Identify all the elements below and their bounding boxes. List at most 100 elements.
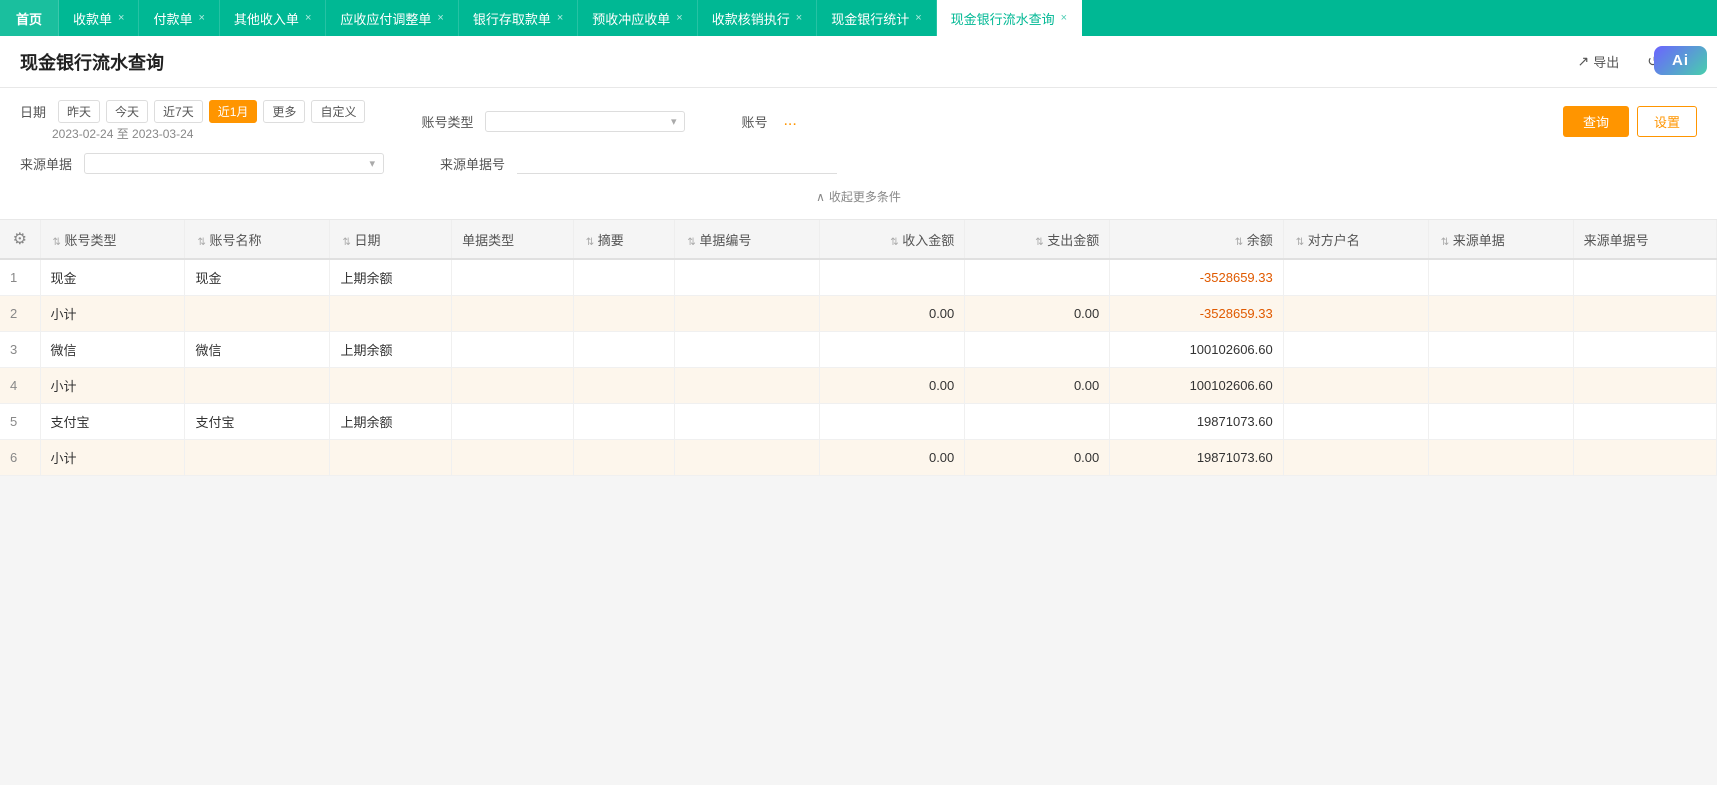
source-doc-num-label: 来源单据号 xyxy=(440,154,505,173)
cell-expense: 0.00 xyxy=(965,296,1110,332)
chevron-down-icon: ▾ xyxy=(671,115,677,128)
cell-account-type: 小计 xyxy=(40,440,185,476)
th-summary[interactable]: ⇅ 摘要 xyxy=(573,220,675,259)
sort-icon: ⇅ xyxy=(53,237,61,248)
ai-badge[interactable]: Ai xyxy=(1654,46,1707,75)
cell-balance: 100102606.60 xyxy=(1110,332,1283,368)
table-row: 2 小计 0.00 0.00 -3528659.33 xyxy=(0,296,1717,332)
table-row: 1 现金 现金 上期余额 -3528659.33 xyxy=(0,259,1717,296)
close-icon[interactable]: × xyxy=(437,12,443,24)
cell-income xyxy=(820,404,965,440)
th-account-name[interactable]: ⇅ 账号名称 xyxy=(185,220,330,259)
nav-tab-verification[interactable]: 收款核销执行 × xyxy=(698,0,817,36)
date-range-display: 2023-02-24 至 2023-03-24 xyxy=(52,125,193,142)
cell-income: 0.00 xyxy=(820,440,965,476)
collapse-more-conditions[interactable]: ∧ 收起更多条件 xyxy=(20,184,1697,211)
sort-icon: ⇅ xyxy=(586,237,594,248)
cell-date xyxy=(330,368,452,404)
nav-tab-fukuan[interactable]: 付款单 × xyxy=(139,0,219,36)
filter-row-2: 来源单据 ▾ 来源单据号 xyxy=(20,152,1697,174)
settings-button[interactable]: 设置 xyxy=(1637,106,1697,137)
th-source-doc[interactable]: ⇅ 来源单据 xyxy=(1428,220,1573,259)
source-doc-select[interactable]: ▾ xyxy=(84,153,384,174)
cell-date: 上期余额 xyxy=(330,404,452,440)
nav-tab-cash-flow-query[interactable]: 现金银行流水查询 × xyxy=(937,0,1082,36)
sort-icon: ⇅ xyxy=(197,237,205,248)
cell-source-doc xyxy=(1428,259,1573,296)
cell-income: 0.00 xyxy=(820,296,965,332)
account-type-select[interactable]: ▾ xyxy=(485,111,685,132)
sort-icon: ⇅ xyxy=(342,237,350,248)
cell-source-doc xyxy=(1428,296,1573,332)
th-account-type[interactable]: ⇅ 账号类型 xyxy=(40,220,185,259)
nav-tab-other-income[interactable]: 其他收入单 × xyxy=(220,0,326,36)
top-navigation: 首页 收款单 × 付款单 × 其他收入单 × 应收应付调整单 × 银行存取款单 … xyxy=(0,0,1717,36)
close-icon[interactable]: × xyxy=(118,12,124,24)
nav-tab-prepay[interactable]: 预收冲应收单 × xyxy=(578,0,697,36)
date-btn-custom[interactable]: 自定义 xyxy=(311,100,365,123)
close-icon[interactable]: × xyxy=(796,12,802,24)
cell-expense xyxy=(965,332,1110,368)
cell-counterparty xyxy=(1283,404,1428,440)
source-doc-num-input[interactable] xyxy=(517,152,837,174)
cell-account-type: 微信 xyxy=(40,332,185,368)
cell-date xyxy=(330,296,452,332)
account-dots-button[interactable]: ... xyxy=(779,112,800,130)
cell-account-type: 现金 xyxy=(40,259,185,296)
cell-source-doc-no xyxy=(1573,368,1716,404)
date-btn-more[interactable]: 更多 xyxy=(263,100,305,123)
close-icon[interactable]: × xyxy=(676,12,682,24)
date-btn-yesterday[interactable]: 昨天 xyxy=(58,100,100,123)
th-settings[interactable]: ⚙ xyxy=(0,220,40,259)
chevron-down-icon: ▾ xyxy=(369,157,375,170)
cell-doc-type xyxy=(452,332,574,368)
nav-home[interactable]: 首页 xyxy=(0,0,59,36)
source-doc-label: 来源单据 xyxy=(20,154,72,173)
cell-income xyxy=(820,332,965,368)
cell-account-name xyxy=(185,296,330,332)
th-counterparty[interactable]: ⇅ 对方户名 xyxy=(1283,220,1428,259)
query-button[interactable]: 查询 xyxy=(1563,106,1629,137)
th-income[interactable]: ⇅ 收入金额 xyxy=(820,220,965,259)
date-btn-1month[interactable]: 近1月 xyxy=(209,100,258,123)
sort-icon: ⇅ xyxy=(1035,237,1043,248)
nav-home-label: 首页 xyxy=(16,9,42,28)
sort-icon: ⇅ xyxy=(890,237,898,248)
nav-tab-adjustment[interactable]: 应收应付调整单 × xyxy=(326,0,458,36)
close-icon[interactable]: × xyxy=(198,12,204,24)
th-balance[interactable]: ⇅ 余额 xyxy=(1110,220,1283,259)
cell-doc-no xyxy=(675,440,820,476)
date-btn-today[interactable]: 今天 xyxy=(106,100,148,123)
th-date[interactable]: ⇅ 日期 xyxy=(330,220,452,259)
close-icon[interactable]: × xyxy=(305,12,311,24)
th-source-doc-no[interactable]: 来源单据号 xyxy=(1573,220,1716,259)
date-btn-7days[interactable]: 近7天 xyxy=(154,100,203,123)
export-icon: ↗ xyxy=(1578,53,1590,70)
filter-area: 日期 昨天 今天 近7天 近1月 更多 自定义 2023-02-24 至 202… xyxy=(0,88,1717,220)
cell-account-type: 支付宝 xyxy=(40,404,185,440)
nav-tab-shoukuan[interactable]: 收款单 × xyxy=(59,0,139,36)
gear-icon[interactable]: ⚙ xyxy=(13,231,27,248)
cell-source-doc-no xyxy=(1573,259,1716,296)
export-button[interactable]: ↗ 导出 xyxy=(1570,48,1628,75)
cell-doc-type xyxy=(452,296,574,332)
cell-source-doc xyxy=(1428,368,1573,404)
th-doc-type[interactable]: 单据类型 xyxy=(452,220,574,259)
cell-expense: 0.00 xyxy=(965,440,1110,476)
cell-account-name: 现金 xyxy=(185,259,330,296)
close-icon[interactable]: × xyxy=(915,12,921,24)
cell-summary xyxy=(573,368,675,404)
table-row: 6 小计 0.00 0.00 19871073.60 xyxy=(0,440,1717,476)
account-type-label: 账号类型 xyxy=(421,112,473,131)
cell-counterparty xyxy=(1283,332,1428,368)
cell-balance: 19871073.60 xyxy=(1110,440,1283,476)
nav-tab-cash-stats[interactable]: 现金银行统计 × xyxy=(817,0,936,36)
th-doc-no[interactable]: ⇅ 单据编号 xyxy=(675,220,820,259)
cell-doc-type xyxy=(452,368,574,404)
th-expense[interactable]: ⇅ 支出金额 xyxy=(965,220,1110,259)
close-icon[interactable]: × xyxy=(1061,12,1067,24)
close-icon[interactable]: × xyxy=(557,12,563,24)
account-label: 账号 xyxy=(741,112,767,131)
nav-tab-bank-deposit[interactable]: 银行存取款单 × xyxy=(459,0,578,36)
cell-doc-type xyxy=(452,404,574,440)
